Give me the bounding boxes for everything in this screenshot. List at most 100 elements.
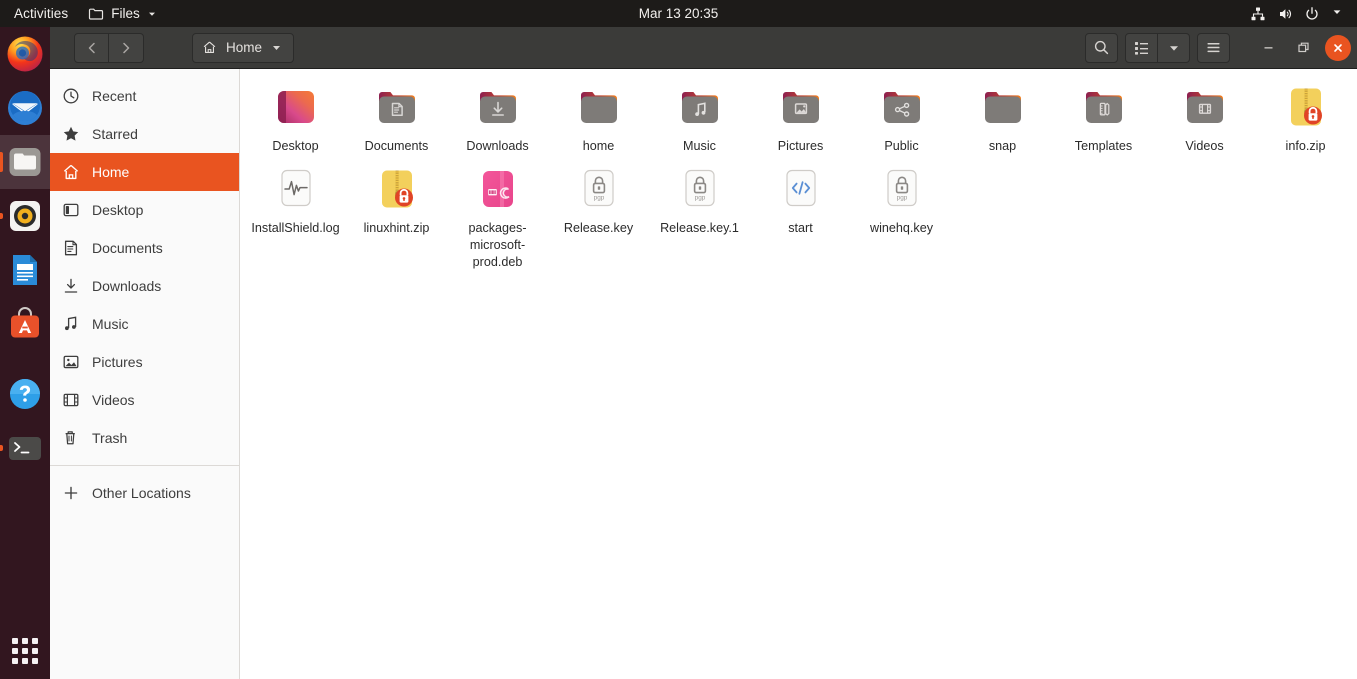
file-item[interactable]: snap — [952, 77, 1053, 159]
desktop-icon — [63, 203, 79, 217]
file-item[interactable]: home — [548, 77, 649, 159]
volume-icon — [1277, 6, 1293, 22]
dock-item-libreoffice-writer[interactable] — [0, 243, 50, 297]
main-menu-button[interactable] — [1197, 32, 1230, 63]
file-item[interactable]: Documents — [346, 77, 447, 159]
file-name-label: Public — [884, 139, 919, 153]
close-icon — [1334, 43, 1342, 52]
file-item[interactable]: Videos — [1154, 77, 1255, 159]
header-actions — [1085, 32, 1351, 63]
sidebar-item-label: Pictures — [92, 354, 143, 370]
file-name-label: Music — [683, 139, 716, 153]
file-item[interactable]: Templates — [1053, 77, 1154, 159]
activities-button[interactable]: Activities — [0, 6, 80, 21]
file-item[interactable]: start — [750, 159, 851, 275]
ubuntu-software-icon — [11, 307, 39, 338]
file-item[interactable]: Public — [851, 77, 952, 159]
sidebar-item-home[interactable]: Home — [50, 153, 239, 191]
chevron-down-icon — [147, 9, 157, 19]
minimize-button[interactable] — [1255, 35, 1281, 61]
app-menu-button[interactable]: Files — [80, 6, 165, 22]
sidebar-item-label: Downloads — [92, 278, 162, 294]
deb-package-icon — [474, 165, 522, 213]
sidebar-item-pictures[interactable]: Pictures — [50, 343, 239, 381]
sidebar-item-downloads[interactable]: Downloads — [50, 267, 239, 305]
path-bar-home-button[interactable]: Home — [192, 32, 295, 63]
window-body: Recent Starred Home Desktop Documents Do… — [50, 69, 1357, 679]
sidebar-item-label: Home — [92, 164, 130, 180]
dock-item-terminal[interactable] — [0, 421, 50, 475]
maximize-button[interactable] — [1290, 35, 1316, 61]
file-name-label: Pictures — [777, 139, 824, 153]
dock-item-files[interactable] — [0, 135, 50, 189]
lock-icon — [1303, 106, 1322, 125]
forward-button[interactable] — [109, 32, 144, 63]
rhythmbox-icon — [10, 201, 40, 231]
file-item[interactable]: InstallShield.log — [245, 159, 346, 275]
sidebar-item-recent[interactable]: Recent — [50, 77, 239, 115]
folder-icon — [777, 83, 825, 131]
gnome-top-bar: Activities Files Mar 13 20:35 — [0, 0, 1357, 27]
code-file-icon — [777, 165, 825, 213]
file-name-label: InstallShield.log — [251, 221, 340, 235]
dock-item-ubuntu-software[interactable] — [0, 297, 50, 351]
sidebar-divider — [50, 465, 239, 466]
lock-icon — [394, 188, 413, 207]
file-item[interactable]: Desktop — [245, 77, 346, 159]
svg-text:pgp: pgp — [593, 195, 604, 202]
pgp-key-icon: pgp — [676, 165, 724, 213]
dock-item-thunderbird[interactable] — [0, 81, 50, 135]
pgp-key-icon: pgp — [575, 165, 623, 213]
file-item[interactable]: Downloads — [447, 77, 548, 159]
file-item[interactable]: pgp Release.key.1 — [649, 159, 750, 275]
file-name-label: start — [788, 221, 813, 235]
file-name-label: snap — [988, 139, 1017, 153]
files-icon — [9, 148, 41, 176]
view-options-button[interactable] — [1158, 32, 1190, 63]
dock-item-rhythmbox[interactable] — [0, 189, 50, 243]
folder-icon — [474, 83, 522, 131]
file-item[interactable]: Pictures — [750, 77, 851, 159]
clock[interactable]: Mar 13 20:35 — [0, 6, 1357, 21]
file-item[interactable]: pgp winehq.key — [851, 159, 952, 275]
search-button[interactable] — [1085, 32, 1118, 63]
back-button[interactable] — [74, 32, 109, 63]
file-item[interactable]: linuxhint.zip — [346, 159, 447, 275]
ubuntu-dock — [0, 27, 50, 679]
dock-item-firefox[interactable] — [0, 27, 50, 81]
document-icon — [64, 240, 78, 256]
sidebar-item-documents[interactable]: Documents — [50, 229, 239, 267]
music-icon — [65, 316, 77, 331]
navigation-buttons — [74, 32, 144, 63]
chevron-right-icon — [123, 42, 130, 53]
sidebar-item-desktop[interactable]: Desktop — [50, 191, 239, 229]
files-window: Home Recent Starred Home Desktop Documen… — [50, 27, 1357, 679]
pgp-key-icon: pgp — [878, 165, 926, 213]
file-name-label: Documents — [364, 139, 429, 153]
sidebar-item-starred[interactable]: Starred — [50, 115, 239, 153]
path-bar-label: Home — [226, 40, 263, 55]
folder-icon — [979, 83, 1027, 131]
terminal-icon — [9, 437, 41, 460]
chevron-down-icon — [1169, 45, 1178, 51]
file-item[interactable]: Music — [649, 77, 750, 159]
file-item[interactable]: info.zip — [1255, 77, 1356, 159]
file-item[interactable]: pgp Release.key — [548, 159, 649, 275]
folder-icon — [878, 83, 926, 131]
show-applications-button[interactable] — [0, 629, 50, 673]
sidebar-item-label: Other Locations — [92, 485, 191, 501]
sidebar-item-other-locations[interactable]: Other Locations — [50, 474, 239, 512]
dock-item-help[interactable] — [0, 367, 50, 421]
system-tray[interactable] — [1250, 6, 1347, 22]
file-list-area[interactable]: Desktop Documents Downloads home Music P… — [240, 69, 1357, 679]
svg-text:pgp: pgp — [896, 195, 907, 202]
sidebar-item-videos[interactable]: Videos — [50, 381, 239, 419]
sidebar-item-trash[interactable]: Trash — [50, 419, 239, 457]
file-item[interactable]: packages-microsoft-prod.deb — [447, 159, 548, 275]
sidebar-item-label: Starred — [92, 126, 138, 142]
sidebar-item-music[interactable]: Music — [50, 305, 239, 343]
video-icon — [63, 393, 79, 407]
file-name-label: info.zip — [1285, 139, 1326, 153]
close-button[interactable] — [1325, 34, 1351, 61]
list-view-button[interactable] — [1125, 32, 1158, 63]
